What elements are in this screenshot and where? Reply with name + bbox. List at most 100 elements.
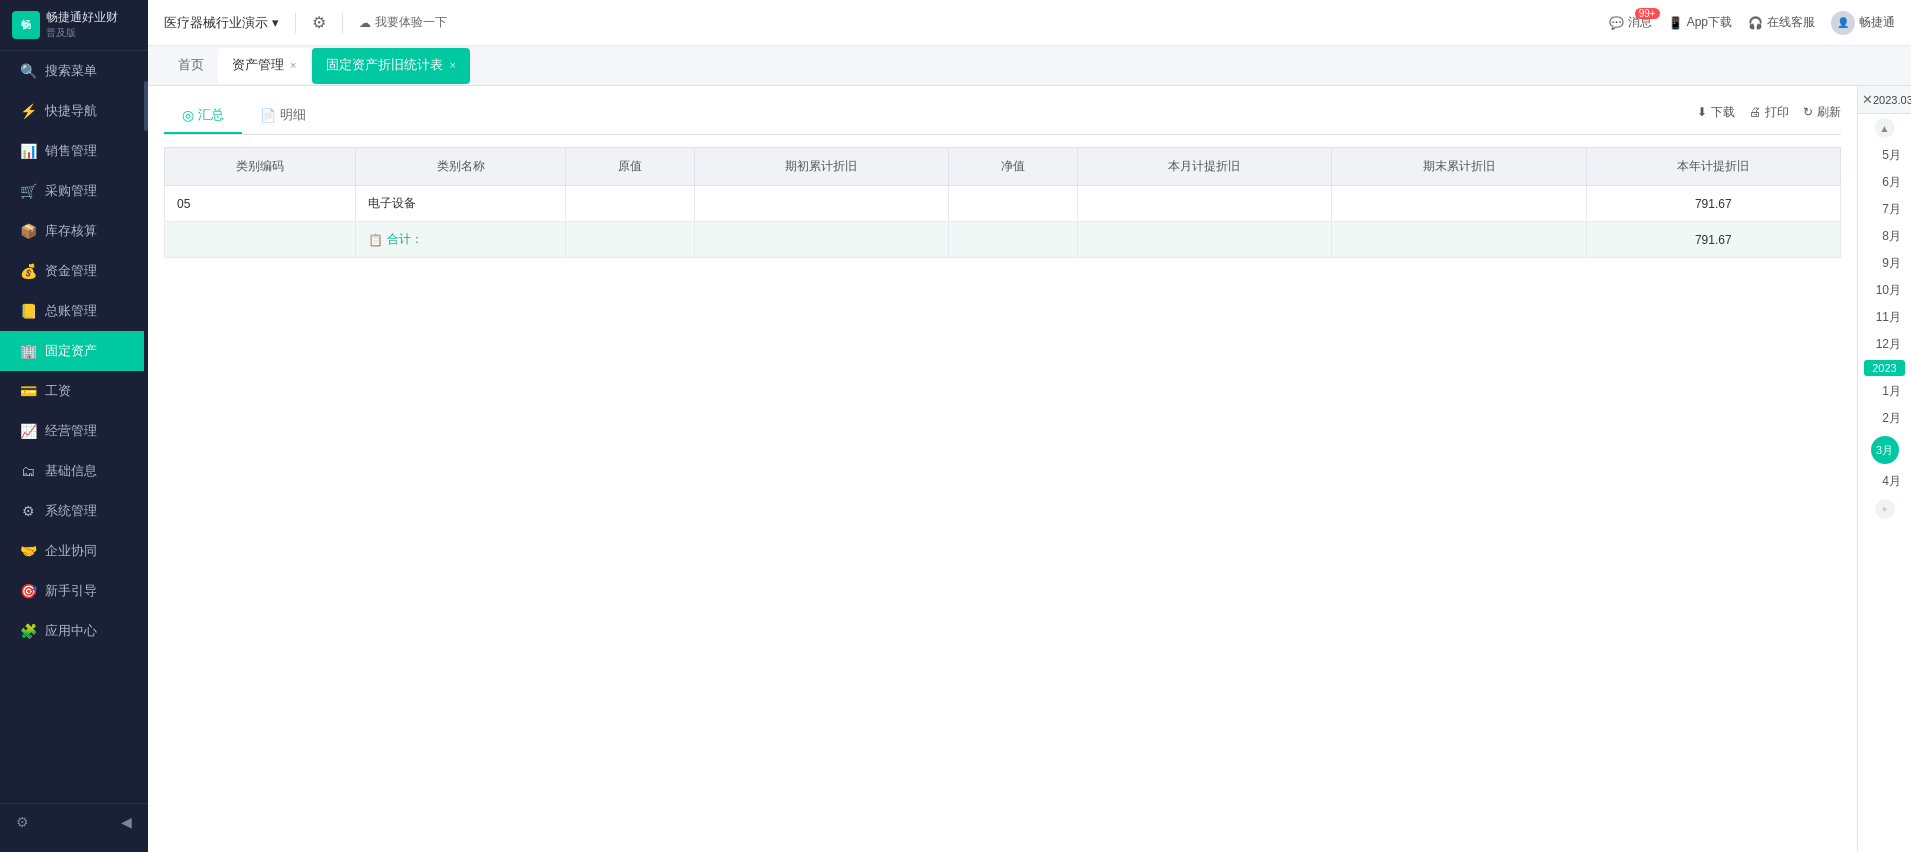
table-wrapper: 类别编码 类别名称 原值 期初累计折旧 净值 本月计提折旧 期末累计折旧 本年计… <box>164 147 1841 840</box>
total-initial-accum <box>694 222 948 258</box>
sidebar-item-collab[interactable]: 🤝 企业协同 <box>0 531 144 571</box>
summary-icon: ◎ <box>182 107 194 123</box>
sidebar-item-quicknav[interactable]: ⚡快捷导航 <box>0 91 144 131</box>
user-name: 畅捷通 <box>1859 14 1895 31</box>
search-icon: 🔍 <box>19 62 37 80</box>
tab-fixed-depreciation-close[interactable]: × <box>449 59 455 71</box>
sidebar-item-system[interactable]: ⚙系统管理 <box>0 491 144 531</box>
total-label: 📋 合计： <box>356 222 566 258</box>
sidebar-item-sales[interactable]: 📊销售管理 <box>0 131 144 171</box>
detail-icon: 📄 <box>260 108 276 123</box>
timeline-month[interactable]: 5月 <box>1858 142 1911 169</box>
sub-tab-detail[interactable]: 📄 明细 <box>242 98 324 134</box>
sidebar-item-label: 新手引导 <box>45 582 97 600</box>
cell-original <box>566 186 695 222</box>
timeline-month[interactable]: 8月 <box>1858 223 1911 250</box>
sidebar-item-label: 经营管理 <box>45 422 97 440</box>
settings-icon[interactable]: ⚙ <box>16 814 29 830</box>
settings-button[interactable]: ⚙ <box>312 13 326 32</box>
tab-fixed-asset-depreciation[interactable]: 固定资产折旧统计表 × <box>312 48 469 84</box>
timeline-month[interactable]: 10月 <box>1858 277 1911 304</box>
timeline-month[interactable]: 7月 <box>1858 196 1911 223</box>
timeline-month[interactable]: 9月 <box>1858 250 1911 277</box>
timeline-header: ✕ 2023.03 ⤢ <box>1858 86 1911 114</box>
sidebar-item-inventory[interactable]: 📦库存核算 <box>0 211 144 251</box>
sidebar-item-finance[interactable]: 💰 资金管理 <box>0 251 144 291</box>
app-download-button[interactable]: 📱 App下载 <box>1668 14 1732 31</box>
total-net <box>949 222 1078 258</box>
sidebar-item-label: 资金管理 <box>45 262 97 280</box>
sidebar-item-ledger[interactable]: 📒 总账管理 <box>0 291 144 331</box>
sidebar-item-label: 工资 <box>45 382 71 400</box>
company-selector[interactable]: 医疗器械行业演示 ▾ <box>164 14 279 32</box>
topbar-divider <box>295 13 296 33</box>
experience-button[interactable]: ☁ 我要体验一下 <box>359 14 447 31</box>
print-button[interactable]: 🖨 打印 <box>1749 104 1789 121</box>
timeline-month[interactable]: 1月 <box>1858 378 1911 405</box>
print-icon: 🖨 <box>1749 105 1761 119</box>
timeline-month[interactable]: 6月 <box>1858 169 1911 196</box>
chevron-down-icon: ▾ <box>272 15 279 30</box>
app-version: 普及版 <box>46 26 118 40</box>
timeline-month[interactable]: 11月 <box>1858 304 1911 331</box>
sub-tab-summary[interactable]: ◎ 汇总 <box>164 98 242 134</box>
tab-home[interactable]: 首页 <box>164 48 218 84</box>
timeline-month[interactable]: 4月 <box>1858 468 1911 495</box>
timeline-close-icon[interactable]: ✕ <box>1862 92 1873 107</box>
messages-button[interactable]: 💬 消息 99+ <box>1609 14 1652 31</box>
total-icon: 📋 <box>368 233 383 247</box>
col-code: 类别编码 <box>165 148 356 186</box>
refresh-icon: ↻ <box>1803 105 1813 119</box>
sidebar-item-payroll[interactable]: 💳 工资 <box>0 371 144 411</box>
timeline-scroll-up[interactable]: ▲ <box>1875 118 1895 138</box>
sidebar-item-label: 系统管理 <box>45 502 97 520</box>
sidebar-item-label: 总账管理 <box>45 302 97 320</box>
sidebar-item-search[interactable]: 🔍搜索菜单 <box>0 51 144 91</box>
sidebar-item-guide[interactable]: 🎯新手引导 <box>0 571 144 611</box>
tab-asset-mgmt[interactable]: 资产管理 × <box>218 48 310 84</box>
service-icon: 🎧 <box>1748 16 1763 30</box>
cell-end-accum <box>1332 186 1586 222</box>
user-menu[interactable]: 👤 畅捷通 <box>1831 11 1895 35</box>
collab-icon: 🤝 <box>19 542 37 560</box>
timeline-scroll-down[interactable]: ● <box>1875 499 1895 519</box>
company-name: 医疗器械行业演示 <box>164 14 268 32</box>
summary-label: 汇总 <box>198 106 224 124</box>
finance-icon: 💰 <box>19 262 37 280</box>
sidebar-item-label: 基础信息 <box>45 462 97 480</box>
sidebar-item-label: 企业协同 <box>45 542 97 560</box>
payroll-icon: 💳 <box>19 382 37 400</box>
sidebar-item-label: 销售管理 <box>45 142 97 160</box>
timeline-month[interactable]: 2月 <box>1858 405 1911 432</box>
sidebar-item-apps[interactable]: 🧩应用中心 <box>0 611 144 651</box>
tab-fixed-asset-depreciation-label: 固定资产折旧统计表 <box>326 56 443 74</box>
col-monthly: 本月计提折旧 <box>1077 148 1331 186</box>
tab-asset-mgmt-close[interactable]: × <box>290 59 296 71</box>
tab-asset-mgmt-label: 资产管理 <box>232 56 284 74</box>
table-row[interactable]: 05 电子设备 791.67 <box>165 186 1841 222</box>
app-name: 畅捷通好业财 <box>46 10 118 26</box>
total-monthly <box>1077 222 1331 258</box>
sidebar-item-operation[interactable]: 📈经营管理 <box>0 411 144 451</box>
content-area: ◎ 汇总 📄 明细 ⬇ 下载 🖨 打印 <box>148 86 1911 852</box>
refresh-button[interactable]: ↻ 刷新 <box>1803 104 1841 121</box>
sidebar-header: 畅 畅捷通好业财 普及版 <box>0 0 148 51</box>
ledger-icon: 📒 <box>19 302 37 320</box>
timeline-month[interactable]: 12月 <box>1858 331 1911 358</box>
timeline-active-month[interactable]: 3月 <box>1871 436 1899 464</box>
sidebar-item-purchase[interactable]: 🛒采购管理 <box>0 171 144 211</box>
download-icon: 📱 <box>1668 16 1683 30</box>
download-button[interactable]: ⬇ 下载 <box>1697 104 1735 121</box>
total-annual: 791.67 <box>1586 222 1840 258</box>
timeline-panel: ✕ 2023.03 ⤢ ▲5月6月7月8月9月10月11月12月20231月2月… <box>1857 86 1911 852</box>
timeline-content: ▲5月6月7月8月9月10月11月12月20231月2月3月4月● <box>1858 114 1911 852</box>
col-annual: 本年计提折旧 <box>1586 148 1840 186</box>
sidebar-footer: ⚙ ◀ <box>0 803 148 840</box>
basicinfo-icon: 🗂 <box>19 462 37 480</box>
sidebar-item-label: 固定资产 <box>45 342 97 360</box>
sidebar-item-basicinfo[interactable]: 🗂 基础信息 <box>0 451 144 491</box>
sidebar-item-fixedasset[interactable]: 🏢固定资产 <box>0 331 144 371</box>
customer-service-button[interactable]: 🎧 在线客服 <box>1748 14 1815 31</box>
collapse-icon[interactable]: ◀ <box>121 814 132 830</box>
cloud-icon: ☁ <box>359 16 371 30</box>
